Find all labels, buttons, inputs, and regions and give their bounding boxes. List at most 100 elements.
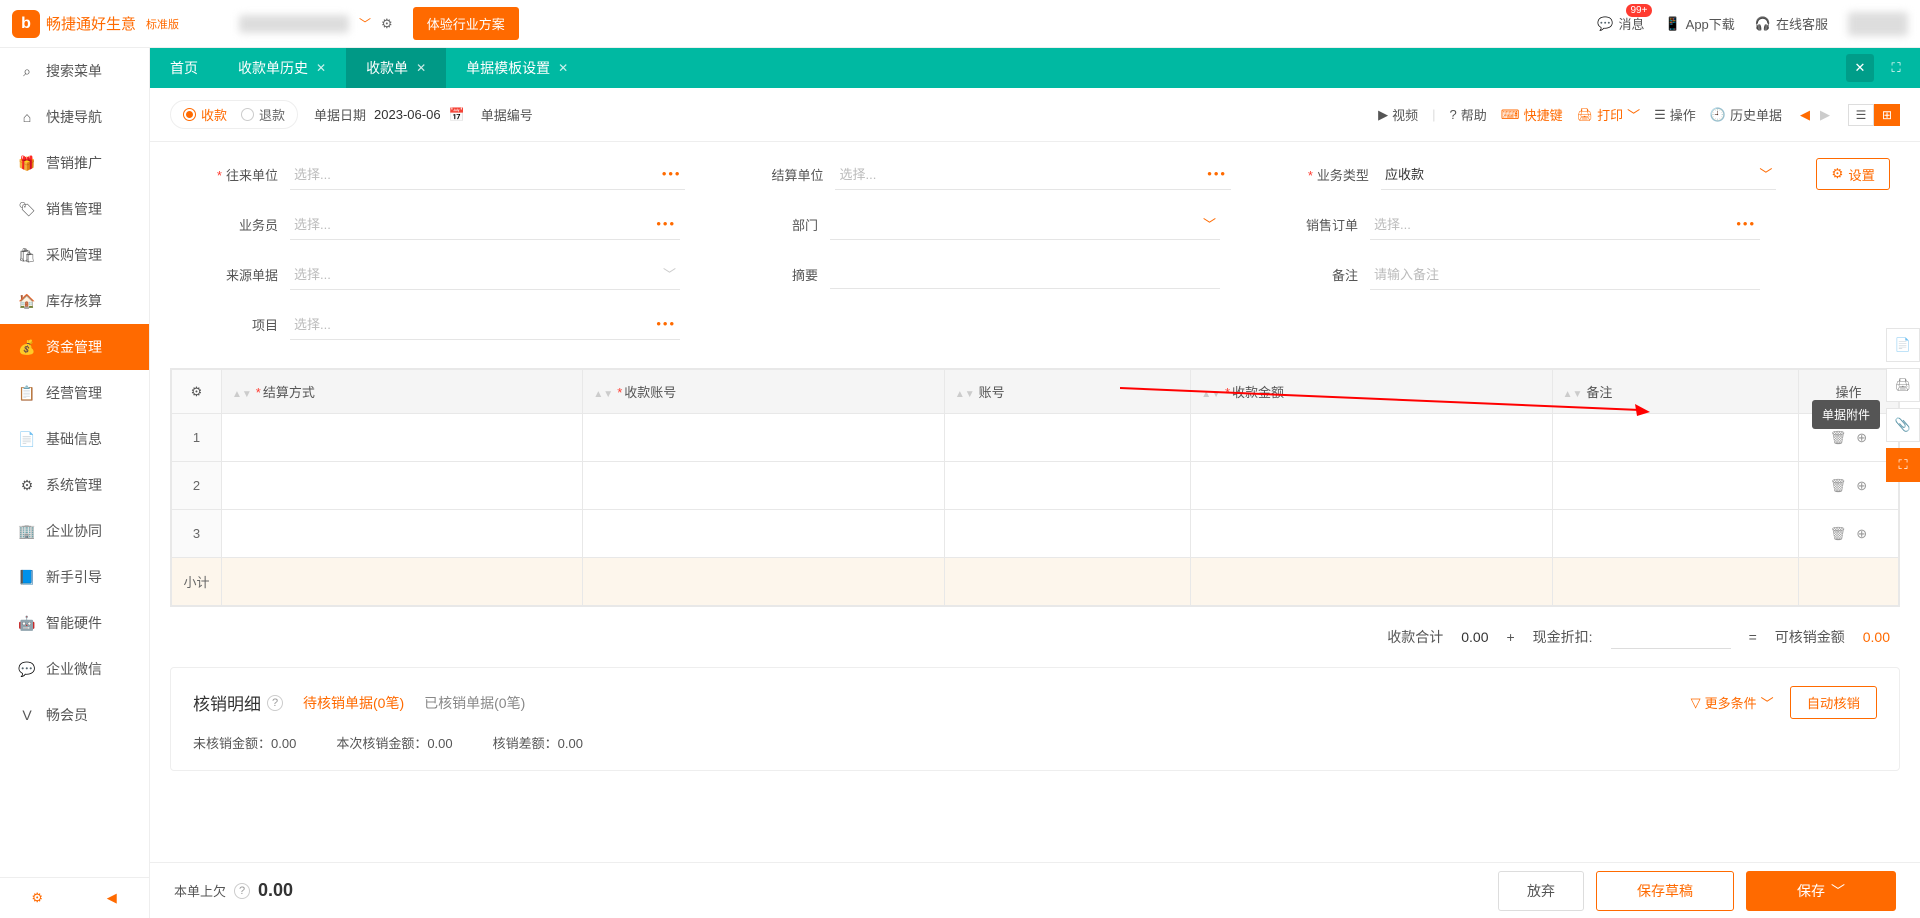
sidebar-item-search[interactable]: ⌕搜索菜单 (0, 48, 149, 94)
delete-icon[interactable]: 🗑 (1830, 478, 1847, 494)
sidebar-item-purchase[interactable]: 🛍采购管理 (0, 232, 149, 278)
save-button[interactable]: 保存﹀ (1746, 871, 1896, 911)
more-icon[interactable]: ••• (662, 166, 682, 181)
warehouse-icon: 🏠 (18, 293, 36, 310)
sidebar-item-sales[interactable]: 🏷销售管理 (0, 186, 149, 232)
table-row[interactable]: 1🗑⊕ (172, 414, 1899, 462)
tab-template[interactable]: 单据模板设置✕ (446, 48, 588, 88)
remark-field[interactable]: 备注 请输入备注 (1260, 258, 1760, 290)
tab-close-all-icon[interactable]: ✕ (1846, 54, 1874, 82)
next-doc-icon[interactable]: ▶ (1816, 107, 1834, 123)
messages-link[interactable]: 💬 消息 99+ (1597, 14, 1644, 33)
tab-receipt[interactable]: 收款单✕ (346, 48, 446, 88)
col-accno[interactable]: ▲▼账号 (944, 370, 1190, 414)
company-selector[interactable]: ﹀ ⚙ (239, 15, 393, 33)
add-row-icon[interactable]: ⊕ (1856, 430, 1867, 446)
close-icon[interactable]: ✕ (558, 61, 568, 75)
more-icon[interactable]: ••• (1207, 166, 1227, 181)
verify-tab-done[interactable]: 已核销单据(0笔) (424, 693, 525, 713)
settings-button[interactable]: ⚙设置 (1816, 158, 1890, 190)
close-icon[interactable]: ✕ (416, 61, 426, 75)
verify-tab-pending[interactable]: 待核销单据(0笔) (303, 693, 404, 713)
saleorder-field[interactable]: 销售订单 选择...••• (1260, 208, 1760, 240)
salesman-field[interactable]: 业务员 选择...••• (180, 208, 680, 240)
rail-attachment-icon[interactable]: 📎 (1886, 408, 1920, 442)
col-method[interactable]: ▲▼*结算方式 (222, 370, 583, 414)
sidebar-item-operation[interactable]: 📋经营管理 (0, 370, 149, 416)
print-link[interactable]: 🖨打印﹀ (1577, 105, 1641, 124)
rail-draft-icon[interactable]: 📄 (1886, 328, 1920, 362)
sidebar-item-quicknav[interactable]: ⌂快捷导航 (0, 94, 149, 140)
calendar-icon[interactable]: 📅 (449, 107, 465, 123)
rail-expand-icon[interactable]: ⛶ (1886, 448, 1920, 482)
question-icon[interactable]: ? (234, 883, 250, 899)
try-industry-button[interactable]: 体验行业方案 (413, 7, 519, 40)
rail-print-icon[interactable]: 🖨 (1886, 368, 1920, 402)
sidebar-item-marketing[interactable]: 🎁营销推广 (0, 140, 149, 186)
tab-receipt-history[interactable]: 收款单历史✕ (218, 48, 346, 88)
add-row-icon[interactable]: ⊕ (1856, 478, 1867, 494)
project-field[interactable]: 项目 选择...••• (180, 308, 680, 340)
sidebar-item-inventory[interactable]: 🏠库存核算 (0, 278, 149, 324)
doc-date-field[interactable]: 单据日期 2023-06-06 📅 (314, 105, 465, 124)
sidebar-item-member[interactable]: V畅会员 (0, 692, 149, 738)
question-icon[interactable]: ? (267, 695, 283, 711)
more-icon[interactable]: ••• (1736, 216, 1756, 231)
more-icon[interactable]: ••• (656, 316, 676, 331)
user-avatar[interactable] (1848, 12, 1908, 36)
sidebar-item-system[interactable]: ⚙系统管理 (0, 462, 149, 508)
sidebar-settings-icon[interactable]: ⚙ (0, 878, 75, 918)
view-form-icon[interactable]: ⊞ (1874, 104, 1900, 126)
video-link[interactable]: ▶视频 (1378, 105, 1418, 124)
close-icon[interactable]: ✕ (316, 61, 326, 75)
gear-icon: ⚙ (1831, 166, 1843, 182)
chevron-down-icon[interactable]: ﹀ (1759, 164, 1772, 183)
history-link[interactable]: 🕘历史单据 (1710, 105, 1782, 124)
more-conditions-link[interactable]: ▽更多条件﹀ (1691, 693, 1774, 712)
detail-table: ⚙ ▲▼*结算方式 ▲▼*收款账号 ▲▼账号 ▲▼*收款金额 ▲▼备注 操作 1… (170, 368, 1900, 607)
table-row[interactable]: 2🗑⊕ (172, 462, 1899, 510)
fullscreen-icon[interactable]: ⛶ (1882, 54, 1910, 82)
table-row[interactable]: 3🗑⊕ (172, 510, 1899, 558)
mode-refund-radio[interactable]: 退款 (241, 105, 285, 124)
mode-receive-radio[interactable]: 收款 (183, 105, 227, 124)
col-amount[interactable]: ▲▼*收款金额 (1191, 370, 1552, 414)
dept-field[interactable]: 部门 ﹀ (720, 208, 1220, 240)
sidebar-item-enterprise[interactable]: 🏢企业协同 (0, 508, 149, 554)
attachment-tooltip: 单据附件 (1812, 400, 1880, 429)
list-icon: ☰ (1654, 107, 1666, 123)
sidebar-collapse-icon[interactable]: ◀ (75, 878, 150, 918)
sidebar-item-funds[interactable]: 💰资金管理 (0, 324, 149, 370)
prev-doc-icon[interactable]: ◀ (1796, 107, 1814, 123)
summary-field[interactable]: 摘要 (720, 258, 1220, 290)
gear-icon[interactable]: ⚙ (381, 16, 393, 32)
delete-icon[interactable]: 🗑 (1830, 430, 1847, 446)
settle-field[interactable]: 结算单位 选择...••• (725, 158, 1230, 190)
customer-service-link[interactable]: 🎧 在线客服 (1755, 14, 1828, 33)
save-draft-button[interactable]: 保存草稿 (1596, 871, 1734, 911)
col-gear[interactable]: ⚙ (172, 370, 222, 414)
biztype-field[interactable]: 业务类型 应收款﹀ (1271, 158, 1776, 190)
shortcut-link[interactable]: ⌨快捷键 (1501, 105, 1563, 124)
chevron-down-icon[interactable]: ﹀ (663, 264, 676, 283)
view-list-icon[interactable]: ☰ (1848, 104, 1874, 126)
tab-home[interactable]: 首页 (150, 48, 218, 88)
sidebar-item-wecom[interactable]: 💬企业微信 (0, 646, 149, 692)
col-account[interactable]: ▲▼*收款账号 (583, 370, 944, 414)
discount-input[interactable] (1611, 625, 1731, 649)
more-icon[interactable]: ••• (656, 216, 676, 231)
help-link[interactable]: ?帮助 (1450, 105, 1487, 124)
auto-verify-button[interactable]: 自动核销 (1790, 686, 1877, 719)
sidebar-item-basicinfo[interactable]: 📄基础信息 (0, 416, 149, 462)
ops-link[interactable]: ☰操作 (1654, 105, 1696, 124)
delete-icon[interactable]: 🗑 (1830, 526, 1847, 542)
srcdoc-field[interactable]: 来源单据 选择...﹀ (180, 258, 680, 290)
sidebar-item-guide[interactable]: 📘新手引导 (0, 554, 149, 600)
partner-field[interactable]: 往来单位 选择...••• (180, 158, 685, 190)
add-row-icon[interactable]: ⊕ (1856, 526, 1867, 542)
app-download-link[interactable]: 📱 App下载 (1664, 14, 1734, 33)
sidebar-item-hardware[interactable]: 🤖智能硬件 (0, 600, 149, 646)
col-remark[interactable]: ▲▼备注 (1552, 370, 1798, 414)
chevron-down-icon[interactable]: ﹀ (1203, 214, 1216, 233)
discard-button[interactable]: 放弃 (1498, 871, 1584, 911)
